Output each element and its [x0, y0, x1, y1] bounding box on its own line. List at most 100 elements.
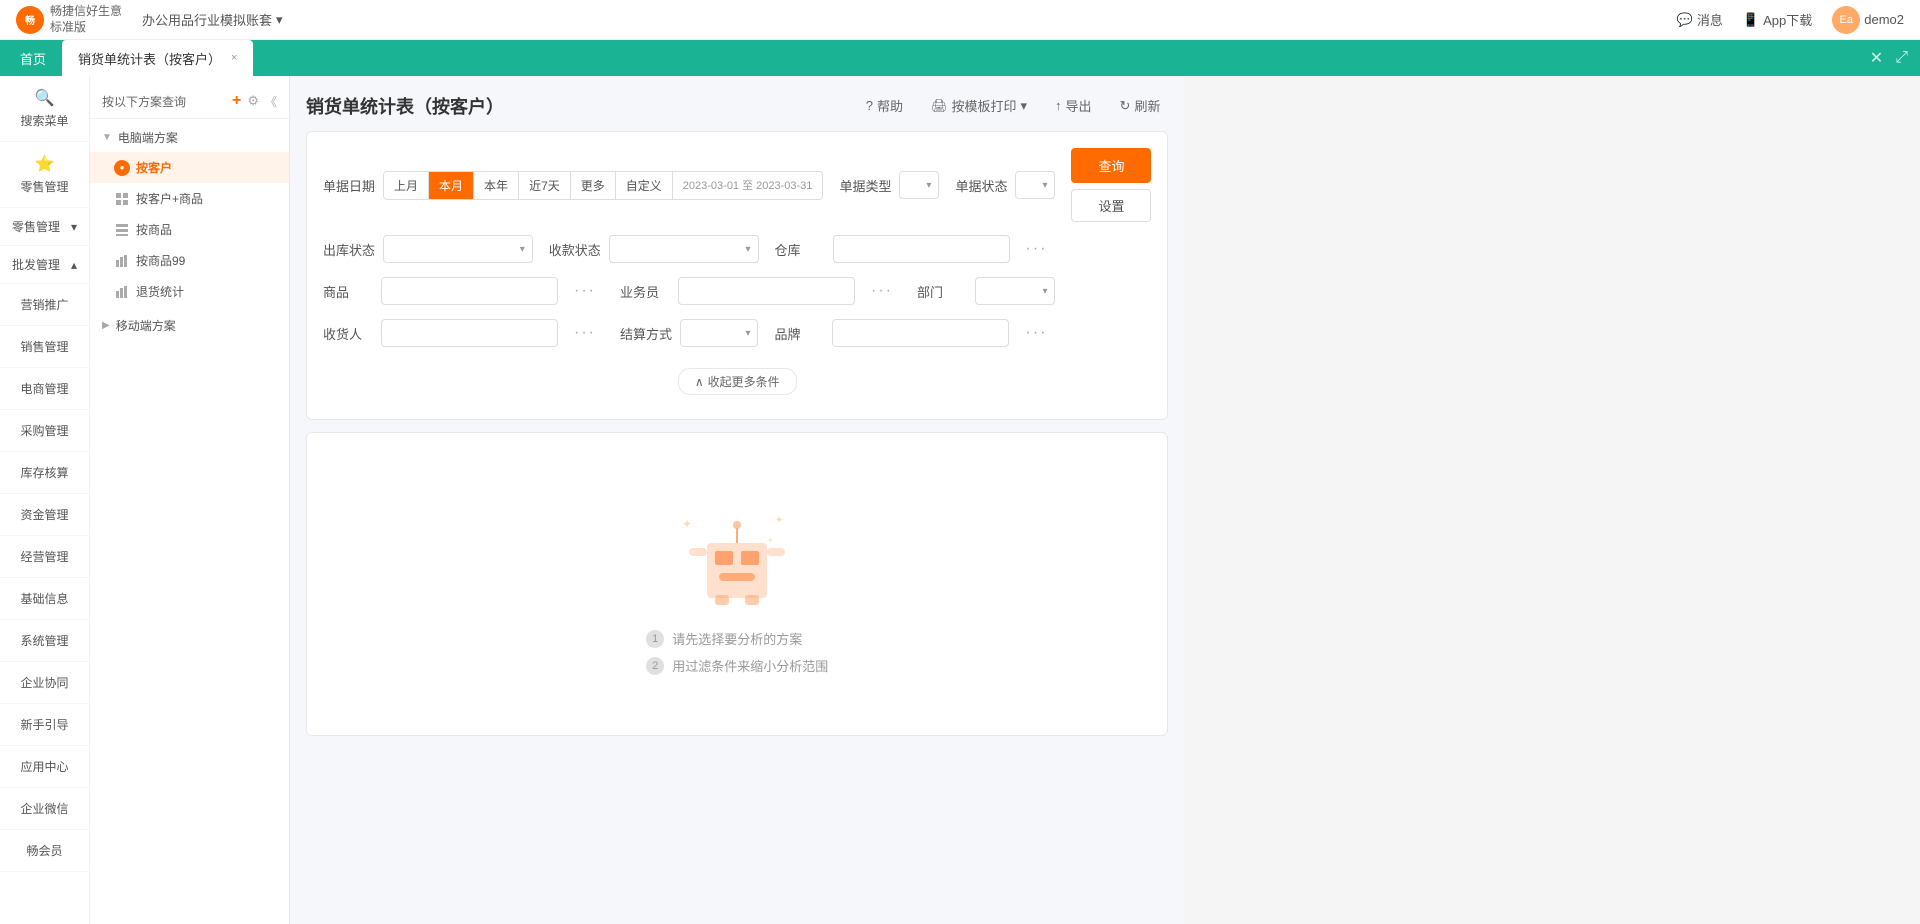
payment-status-select[interactable]	[609, 235, 759, 263]
group-expand-icon: ▼	[102, 132, 112, 143]
sidebar-item-system[interactable]: 系统管理	[0, 620, 89, 662]
scheme-bar-icon	[114, 253, 130, 269]
sidebar-item-purchase[interactable]: 采购管理	[0, 410, 89, 452]
filter-settlement-field: 结算方式 ▾	[620, 319, 759, 347]
content-wrapper: 按以下方案查询 + ⚙ 《 ▼ 电脑端方案 ● 按客户	[90, 76, 1184, 924]
window-close-btn[interactable]: ✕	[1866, 44, 1887, 72]
search-icon: 🔍	[35, 88, 55, 108]
salesperson-more-btn[interactable]: ···	[863, 276, 901, 306]
tab-close-icon[interactable]: ×	[231, 52, 237, 64]
sidebar-item-retail[interactable]: 零售管理 ▾	[0, 208, 89, 246]
tab-sales-stats[interactable]: 销货单统计表（按客户） ×	[62, 40, 253, 76]
print-btn[interactable]: 🖨 按模板打印 ▾	[923, 92, 1035, 119]
sidebar-item-basic[interactable]: 基础信息	[0, 578, 89, 620]
app-body: 🔍 搜索菜单 ⭐ 零售管理 零售管理 ▾ 批发管理 ▴ 营销推广 销售管理 电商…	[0, 76, 1920, 924]
filter-brand-field: 品牌 ···	[774, 318, 1055, 348]
sidebar: 🔍 搜索菜单 ⭐ 零售管理 零售管理 ▾ 批发管理 ▴ 营销推广 销售管理 电商…	[0, 76, 90, 924]
recipient-more-btn[interactable]: ···	[566, 318, 604, 348]
sidebar-item-search[interactable]: 🔍 搜索菜单	[0, 76, 89, 142]
sidebar-item-shortcut[interactable]: ⭐ 零售管理	[0, 142, 89, 208]
order-status-select[interactable]	[1015, 171, 1055, 199]
date-btn-more[interactable]: 更多	[571, 172, 616, 199]
export-btn[interactable]: ↑ 导出	[1047, 92, 1100, 119]
goods-more-btn[interactable]: ···	[566, 276, 604, 306]
scheme-group-mobile: ▶ 移动端方案	[90, 311, 289, 340]
page-title: 销货单统计表（按客户）	[306, 93, 504, 119]
brand-more-btn[interactable]: ···	[1017, 318, 1055, 348]
scheme-item-by-customer-goods[interactable]: 按客户+商品	[90, 183, 289, 214]
help-btn[interactable]: ? 帮助	[858, 92, 911, 119]
scheme-group-mobile-header[interactable]: ▶ 移动端方案	[90, 311, 289, 340]
date-btn-last-month[interactable]: 上月	[384, 172, 429, 199]
settings-scheme-btn[interactable]: ⚙	[247, 93, 259, 109]
header-left: 畅 畅捷信好生意 标准版 办公用品行业模拟账套 ▾	[16, 4, 283, 35]
chevron-up-icon: ▴	[71, 258, 77, 272]
sidebar-item-finance[interactable]: 资金管理	[0, 494, 89, 536]
sidebar-item-inventory[interactable]: 库存核算	[0, 452, 89, 494]
filter-goods-field: 商品 ···	[323, 276, 604, 306]
query-button[interactable]: 查询	[1071, 148, 1151, 183]
refresh-btn[interactable]: ↻ 刷新	[1112, 92, 1169, 119]
collapse-bar: ∧ 收起更多条件	[323, 360, 1151, 403]
logo-text: 畅捷信好生意 标准版	[50, 4, 122, 35]
filter-order-status-field: 单据状态 ▾	[955, 171, 1055, 199]
scheme-active-icon: ●	[114, 160, 130, 176]
header-right: 💬 消息 📱 App下载 Ea demo2	[1677, 6, 1904, 34]
scheme-item-return-stats[interactable]: 退货统计	[90, 276, 289, 307]
tab-home[interactable]: 首页	[4, 40, 62, 76]
collapse-scheme-btn[interactable]: 《	[265, 93, 277, 110]
sidebar-item-enterprise[interactable]: 企业协同	[0, 662, 89, 704]
sidebar-item-newbie[interactable]: 新手引导	[0, 704, 89, 746]
scheme-grid-icon	[114, 191, 130, 207]
settings-button[interactable]: 设置	[1071, 189, 1151, 222]
sidebar-item-operation[interactable]: 经营管理	[0, 536, 89, 578]
date-btn-this-year[interactable]: 本年	[474, 172, 519, 199]
logo-area: 畅 畅捷信好生意 标准版	[16, 4, 122, 35]
sidebar-item-sales[interactable]: 销售管理	[0, 326, 89, 368]
avatar: Ea	[1832, 6, 1860, 34]
empty-state: ✦ ✦ ✦ 1 请先选择要分析的方案 2 用过滤条件来缩小分析范围	[626, 433, 848, 735]
date-btn-7days[interactable]: 近7天	[519, 172, 571, 199]
scheme-group-desktop-header[interactable]: ▼ 电脑端方案	[90, 123, 289, 152]
payment-status-label: 收款状态	[549, 240, 601, 259]
app-download-action[interactable]: 📱 App下载	[1743, 10, 1812, 29]
sidebar-item-ecommerce[interactable]: 电商管理	[0, 368, 89, 410]
scheme-item-by-customer[interactable]: ● 按客户	[90, 152, 289, 183]
collapse-button[interactable]: ∧ 收起更多条件	[678, 368, 797, 395]
export-icon: ↑	[1055, 98, 1062, 113]
industry-selector[interactable]: 办公用品行业模拟账套 ▾	[142, 10, 283, 29]
right-panel: 销货单统计表（按客户） ? 帮助 🖨 按模板打印 ▾ ↑ 导出	[290, 76, 1184, 924]
window-maximize-btn[interactable]: ⤢	[1891, 45, 1912, 71]
scheme-group-desktop: ▼ 电脑端方案 ● 按客户 按客户+商品 按商品	[90, 123, 289, 307]
scheme-panel-header: 按以下方案查询 + ⚙ 《	[90, 84, 289, 119]
sidebar-item-wechat[interactable]: 企业微信	[0, 788, 89, 830]
chevron-down-icon: ▾	[276, 12, 283, 28]
empty-illustration: ✦ ✦ ✦	[677, 493, 797, 613]
order-status-label: 单据状态	[955, 176, 1007, 195]
order-type-select[interactable]	[899, 171, 939, 199]
scheme-panel: 按以下方案查询 + ⚙ 《 ▼ 电脑端方案 ● 按客户	[90, 76, 290, 924]
date-label: 单据日期	[323, 176, 375, 195]
recipient-input[interactable]	[381, 319, 558, 347]
order-type-label: 单据类型	[839, 176, 891, 195]
sidebar-item-wholesale[interactable]: 批发管理 ▴	[0, 246, 89, 284]
message-action[interactable]: 💬 消息	[1677, 10, 1723, 29]
date-btn-custom[interactable]: 自定义	[616, 172, 673, 199]
date-btn-this-month[interactable]: 本月	[429, 172, 474, 199]
sidebar-item-marketing[interactable]: 营销推广	[0, 284, 89, 326]
add-scheme-btn[interactable]: +	[232, 92, 241, 110]
out-status-select[interactable]	[383, 235, 533, 263]
department-select[interactable]	[975, 277, 1056, 305]
sidebar-item-member[interactable]: 畅会员	[0, 830, 89, 872]
warehouse-more-btn[interactable]: ···	[1018, 234, 1056, 264]
settlement-select[interactable]	[680, 319, 758, 347]
sidebar-item-apps[interactable]: 应用中心	[0, 746, 89, 788]
scheme-item-by-goods[interactable]: 按商品	[90, 214, 289, 245]
logo-icon: 畅	[16, 6, 44, 34]
user-profile[interactable]: Ea demo2	[1832, 6, 1904, 34]
brand-input[interactable]	[832, 319, 1009, 347]
goods-input[interactable]	[381, 277, 558, 305]
scheme-item-by-goods-99[interactable]: 按商品99	[90, 245, 289, 276]
warehouse-input[interactable]	[833, 235, 1010, 263]
salesperson-input[interactable]	[678, 277, 855, 305]
